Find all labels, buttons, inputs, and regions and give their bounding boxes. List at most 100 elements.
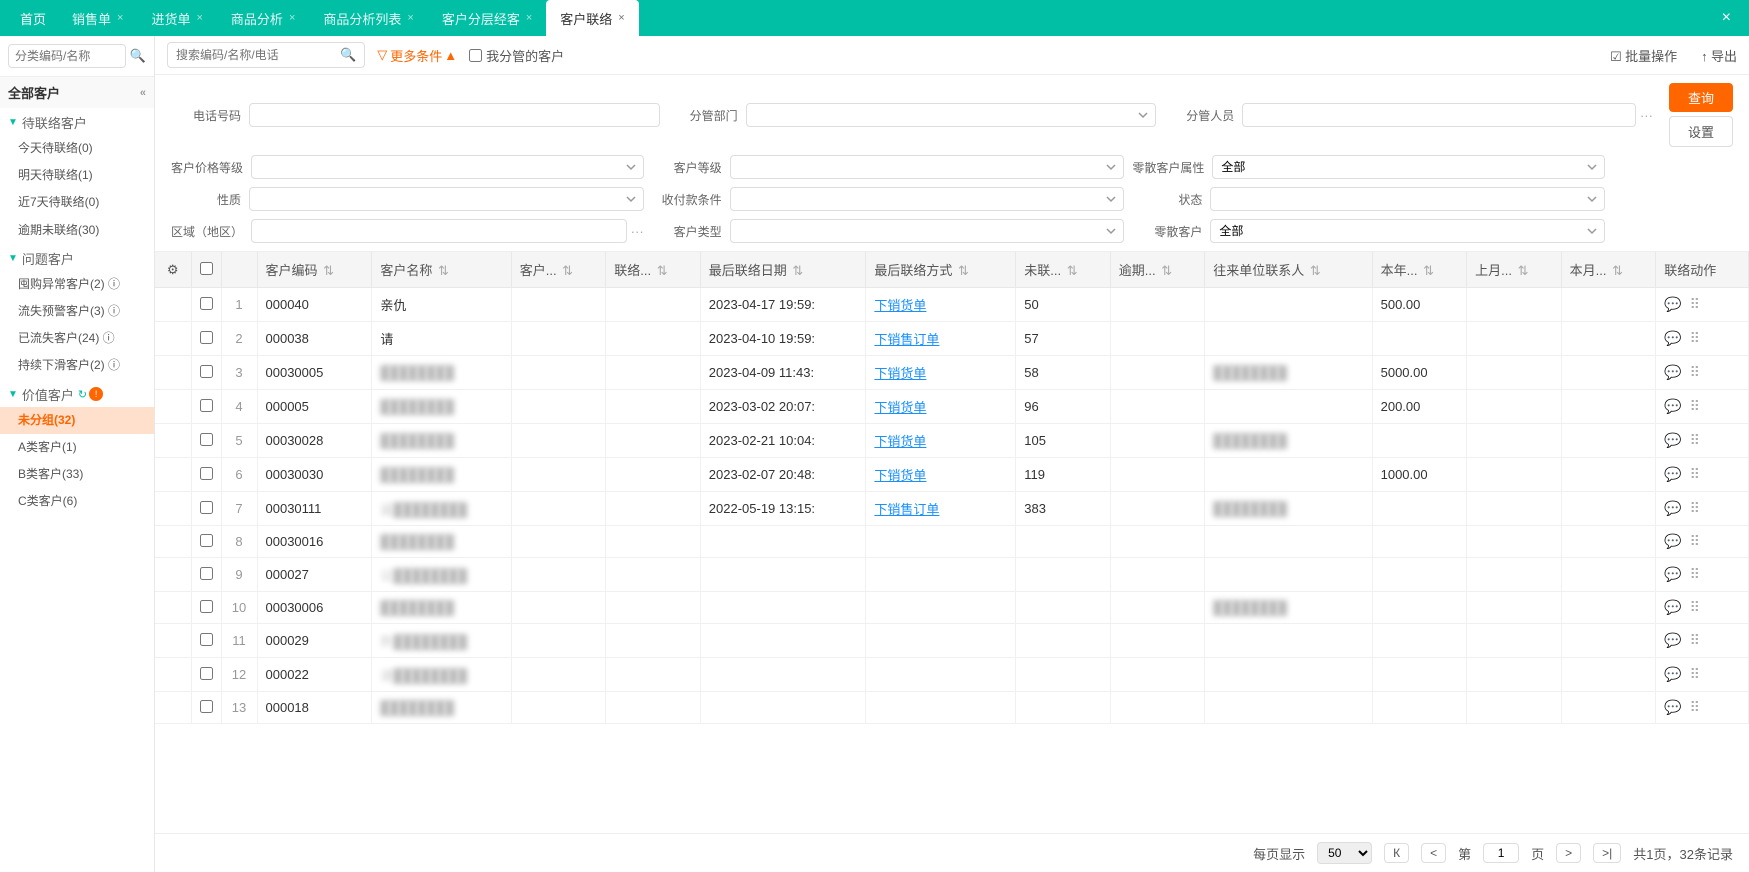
last-contact-way-col[interactable]: 最后联络方式 ⇅ <box>866 252 1016 288</box>
grid-icon[interactable]: ⠿ <box>1690 296 1700 313</box>
row-checkbox[interactable] <box>200 467 213 480</box>
sidebar-item-abnormal[interactable]: 囤购异常客户(2) ⓘ <box>0 271 154 298</box>
close-icon[interactable]: × <box>196 12 202 24</box>
sidebar-group-problem[interactable]: ▼ 问题客户 <box>0 244 154 271</box>
message-icon[interactable]: 💬 <box>1664 330 1681 347</box>
reset-button[interactable]: 设置 <box>1669 116 1733 147</box>
row-checkbox-cell[interactable] <box>191 322 221 356</box>
grid-icon[interactable]: ⠿ <box>1690 330 1700 347</box>
grid-icon[interactable]: ⠿ <box>1690 533 1700 550</box>
row-last-contact-way[interactable]: 下销售订单 <box>866 492 1016 526</box>
close-window-button[interactable]: × <box>1712 9 1741 27</box>
row-last-contact-way[interactable]: 下销货单 <box>866 356 1016 390</box>
message-icon[interactable]: 💬 <box>1664 699 1681 716</box>
message-icon[interactable]: 💬 <box>1664 432 1681 449</box>
region-dots-button[interactable]: ··· <box>631 224 644 239</box>
more-conditions-button[interactable]: ▽ 更多条件 ▲ <box>377 46 457 65</box>
retail-select[interactable]: 全部 <box>1210 219 1605 243</box>
nature-select[interactable] <box>249 187 644 211</box>
row-checkbox[interactable] <box>200 365 213 378</box>
row-last-contact-way[interactable] <box>866 526 1016 558</box>
sidebar-item-tomorrow-pending[interactable]: 明天待联络(1) <box>0 162 154 189</box>
row-checkbox-cell[interactable] <box>191 458 221 492</box>
sidebar-search-input[interactable] <box>8 44 126 68</box>
close-icon[interactable]: × <box>407 12 413 24</box>
prev-page-button[interactable]: < <box>1421 843 1446 863</box>
message-icon[interactable]: 💬 <box>1664 500 1681 517</box>
message-icon[interactable]: 💬 <box>1664 632 1681 649</box>
sidebar-item-declining[interactable]: 持续下滑客户(2) ⓘ <box>0 352 154 379</box>
nav-home[interactable]: 首页 <box>8 9 58 28</box>
row-last-contact-way[interactable]: 下销货单 <box>866 390 1016 424</box>
sidebar-item-ungrouped[interactable]: 未分组(32) <box>0 407 154 434</box>
grid-icon[interactable]: ⠿ <box>1690 432 1700 449</box>
row-checkbox-cell[interactable] <box>191 356 221 390</box>
nav-tab-purchase[interactable]: 进货单 × <box>137 0 216 36</box>
sidebar-item-week-pending[interactable]: 近7天待联络(0) <box>0 189 154 216</box>
message-icon[interactable]: 💬 <box>1664 296 1681 313</box>
nav-tab-product-analysis-list[interactable]: 商品分析列表 × <box>309 0 427 36</box>
sidebar-item-class-a[interactable]: A类客户(1) <box>0 434 154 461</box>
row-checkbox-cell[interactable] <box>191 558 221 592</box>
row-checkbox[interactable] <box>200 700 213 713</box>
row-checkbox[interactable] <box>200 399 213 412</box>
my-customers-checkbox[interactable]: 我分管的客户 <box>469 46 564 65</box>
settings-col[interactable]: ⚙ <box>155 252 191 288</box>
retail-attr-select[interactable]: 全部 <box>1212 155 1605 179</box>
message-icon[interactable]: 💬 <box>1664 666 1681 683</box>
sidebar-search-icon[interactable]: 🔍 <box>130 48 146 64</box>
next-page-button[interactable]: > <box>1556 843 1581 863</box>
row-last-contact-way[interactable] <box>866 592 1016 624</box>
nav-tab-sales[interactable]: 销售单 × <box>58 0 137 36</box>
grid-icon[interactable]: ⠿ <box>1690 566 1700 583</box>
sidebar-item-class-b[interactable]: B类客户(33) <box>0 461 154 488</box>
row-last-contact-way[interactable] <box>866 624 1016 658</box>
sidebar-group-pending[interactable]: ▼ 待联络客户 <box>0 108 154 135</box>
dept-select[interactable] <box>746 103 1157 127</box>
row-checkbox[interactable] <box>200 433 213 446</box>
sidebar-item-churn-warning[interactable]: 流失预警客户(3) ⓘ <box>0 298 154 325</box>
row-checkbox[interactable] <box>200 567 213 580</box>
page-input[interactable] <box>1483 843 1519 863</box>
nav-tab-customer-contact[interactable]: 客户联络 × <box>546 0 638 36</box>
select-all-checkbox[interactable] <box>200 262 213 275</box>
message-icon[interactable]: 💬 <box>1664 398 1681 415</box>
message-icon[interactable]: 💬 <box>1664 533 1681 550</box>
row-checkbox-cell[interactable] <box>191 624 221 658</box>
grid-icon[interactable]: ⠿ <box>1690 599 1700 616</box>
row-last-contact-way[interactable] <box>866 558 1016 592</box>
region-input[interactable] <box>251 219 627 243</box>
sidebar-all-customers[interactable]: 全部客户 « <box>0 77 154 108</box>
no-contact-col[interactable]: 未联... ⇅ <box>1016 252 1111 288</box>
overdue-col[interactable]: 逾期... ⇅ <box>1110 252 1205 288</box>
sidebar-item-overdue-contact[interactable]: 逾期未联络(30) <box>0 217 154 244</box>
search-button[interactable]: 查询 <box>1669 83 1733 112</box>
row-checkbox[interactable] <box>200 501 213 514</box>
sidebar-group-value[interactable]: ▼ 价值客户 ↻ ! <box>0 380 154 407</box>
customer-type-select[interactable] <box>730 219 1125 243</box>
name-col[interactable]: 客户名称 ⇅ <box>372 252 511 288</box>
per-page-select[interactable]: 50 20 100 <box>1317 842 1372 864</box>
row-last-contact-way[interactable]: 下销货单 <box>866 424 1016 458</box>
close-icon[interactable]: × <box>117 12 123 24</box>
row-checkbox-cell[interactable] <box>191 288 221 322</box>
close-icon[interactable]: × <box>289 12 295 24</box>
last-month-col[interactable]: 上月... ⇅ <box>1467 252 1562 288</box>
filter-search-icon[interactable]: 🔍 <box>340 47 356 63</box>
row-checkbox-cell[interactable] <box>191 658 221 692</box>
refresh-icon[interactable]: ↻ <box>78 388 87 401</box>
row-checkbox[interactable] <box>200 534 213 547</box>
message-icon[interactable]: 💬 <box>1664 566 1681 583</box>
row-checkbox[interactable] <box>200 633 213 646</box>
sidebar-item-churned[interactable]: 已流失客户(24) ⓘ <box>0 325 154 352</box>
row-checkbox[interactable] <box>200 331 213 344</box>
contact-col[interactable]: 联络... ⇅ <box>606 252 701 288</box>
row-checkbox[interactable] <box>200 297 213 310</box>
message-icon[interactable]: 💬 <box>1664 364 1681 381</box>
sidebar-item-today-pending[interactable]: 今天待联络(0) <box>0 135 154 162</box>
row-last-contact-way[interactable] <box>866 658 1016 692</box>
contacts-col[interactable]: 往来单位联系人 ⇅ <box>1205 252 1372 288</box>
settings-icon[interactable]: ⚙ <box>167 262 179 277</box>
row-checkbox-cell[interactable] <box>191 492 221 526</box>
row-checkbox-cell[interactable] <box>191 424 221 458</box>
